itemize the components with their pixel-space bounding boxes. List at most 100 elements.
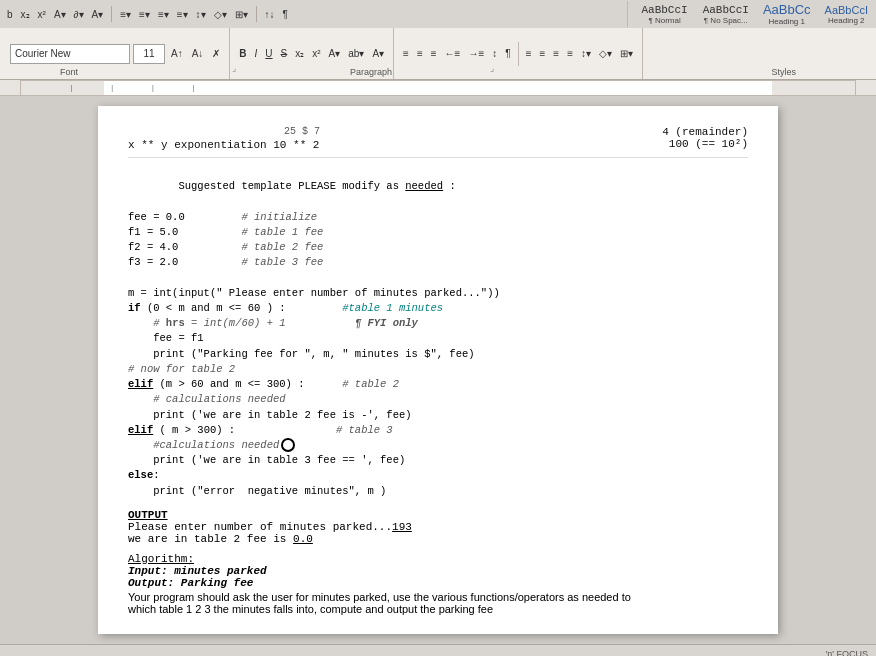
font-name-input[interactable] [10, 44, 130, 64]
style-h1-text: AaBbCc [763, 2, 811, 17]
code-line-elif1: elif (m > 60 and m <= 300) : # table 2 [128, 377, 748, 392]
sort-icon[interactable]: ↕▾ [193, 6, 209, 23]
style-nospace-preview[interactable]: AaBbCcI ¶ No Spac... [699, 3, 753, 26]
align-left-btn[interactable]: ≡ [523, 45, 535, 62]
code-line-print2: print ('we are in table 2 fee is -', fee… [128, 408, 748, 423]
style-h1-preview[interactable]: AaBbCc Heading 1 [759, 1, 815, 27]
code-line-m: m = int(input(" Please enter number of m… [128, 286, 748, 301]
shading-btn[interactable]: ◇▾ [596, 45, 615, 62]
ruler: | | | | [0, 80, 876, 96]
code-line-fee: fee = f1 [128, 331, 748, 346]
font-icon[interactable]: A▾ [89, 6, 107, 23]
code-line-print1: print ("Parking fee for ", m, " minutes … [128, 347, 748, 362]
output-label: OUTPUT [128, 509, 748, 521]
style-normal-label: ¶ Normal [648, 16, 680, 25]
math-examples: 25 $ 7 x ** y exponentiation 10 ** 2 [128, 126, 320, 151]
align-justify-btn[interactable]: ≡ [564, 45, 576, 62]
style-h2-preview[interactable]: AaBbCcI Heading 2 [821, 3, 872, 26]
code-line-print3: print ('we are in table 3 fee == ', fee) [128, 453, 748, 468]
font-section-label: Font [60, 67, 78, 77]
code-line-hrs: # hrs = int(m/60) + 1 ¶ FYI only [128, 316, 748, 331]
focus-label: 'n' FOCUS [826, 649, 868, 657]
style-h2-label: Heading 2 [828, 16, 864, 25]
align-center-btn[interactable]: ≡ [537, 45, 549, 62]
decrease-font-icon[interactable]: A↓ [189, 45, 207, 62]
math-right: 4 (remainder) 100 (== 10²) [662, 126, 748, 150]
sort-asc-icon[interactable]: ↑↓ [262, 6, 278, 23]
borders-btn[interactable]: ⊞▾ [617, 45, 636, 62]
line-spacing-btn[interactable]: ↕▾ [578, 45, 594, 62]
bullets-btn[interactable]: ≡ [400, 45, 412, 62]
numbering-btn[interactable]: ≡ [414, 45, 426, 62]
underline-button[interactable]: U [262, 45, 275, 62]
algorithm-desc1: Your program should ask the user for min… [128, 591, 748, 603]
code-block: Suggested template PLEASE modify as need… [128, 164, 748, 499]
output-section: OUTPUT Please enter number of minutes pa… [128, 509, 748, 545]
outdent-icon[interactable]: ≡▾ [174, 6, 191, 23]
pilcrow-icon[interactable]: ¶ [280, 6, 291, 23]
ruler-numbers: 25 $ 7 [128, 126, 320, 137]
increase-indent-btn[interactable]: →≡ [465, 45, 487, 62]
ribbon-row1: b x₂ x² A▾ ∂▾ A▾ ≡▾ ≡▾ ≡▾ ≡▾ ↕▾ ◇▾ ⊞▾ ↑↓… [0, 0, 876, 28]
code-comment-table2: # now for table 2 [128, 362, 748, 377]
clear-format-icon[interactable]: ✗ [209, 45, 223, 62]
math-line: x ** y exponentiation 10 ** 2 [128, 139, 320, 151]
template-heading: Suggested template PLEASE modify as need… [128, 164, 748, 210]
font-color-icon[interactable]: A▾ [51, 6, 69, 23]
algorithm-desc2: which table 1 2 3 the minutes falls into… [128, 603, 748, 615]
shading-icon[interactable]: ◇▾ [211, 6, 230, 23]
code-line-blank1 [128, 271, 748, 286]
output-fee-label: Output: Parking fee [128, 577, 748, 589]
list-icon[interactable]: ≡▾ [117, 6, 134, 23]
code-line-2: f1 = 5.0 # table 1 fee [128, 225, 748, 240]
decrease-indent-btn[interactable]: ←≡ [442, 45, 464, 62]
heading-text: Suggested template PLEASE modify as need… [178, 180, 455, 192]
italic-button[interactable]: I [252, 45, 261, 62]
ruler-marks: | | | | [20, 80, 856, 96]
sort-btn[interactable]: ↕ [489, 45, 500, 62]
subscript-icon[interactable]: x₂ [18, 6, 33, 23]
paragraph-group: ≡ ≡ ≡ ←≡ →≡ ↕ ¶ ≡ ≡ ≡ ≡ ↕▾ ◇▾ ⊞▾ [394, 28, 643, 79]
code-line-print4: print ("error negative minutes", m ) [128, 484, 748, 499]
code-line-else: else: [128, 468, 748, 483]
bold-icon[interactable]: b [4, 6, 16, 23]
styles-section-label: Styles [771, 67, 796, 77]
style-nospace-text: AaBbCcI [703, 4, 749, 16]
style-nospace-label: ¶ No Spac... [704, 16, 748, 25]
paragraph-section-label: Paragraph [350, 67, 392, 77]
code-line-elif2: elif ( m > 300) : # table 3 [128, 423, 748, 438]
code-line-1: fee = 0.0 # initialize [128, 210, 748, 225]
output-line1: Please enter number of minutes parked...… [128, 521, 748, 533]
input-label: Input: minutes parked [128, 565, 748, 577]
superscript-btn[interactable]: x² [309, 45, 323, 62]
superscript-icon[interactable]: x² [35, 6, 49, 23]
subscript-btn[interactable]: x₂ [292, 45, 307, 62]
algorithm-section: Algorithm: Input: minutes parked Output:… [128, 553, 748, 615]
output-line2: we are in table 2 fee is 0.0 [128, 533, 748, 545]
fontcolor-btn[interactable]: A▾ [369, 45, 387, 62]
increase-font-icon[interactable]: A↑ [168, 45, 186, 62]
strikethrough-button[interactable]: S [278, 45, 291, 62]
page[interactable]: 25 $ 7 x ** y exponentiation 10 ** 2 4 (… [98, 106, 778, 634]
highlight-icon[interactable]: ∂▾ [71, 6, 87, 23]
code-line-3: f2 = 4.0 # table 2 fee [128, 240, 748, 255]
style-normal-preview[interactable]: AaBbCcI ¶ Normal [636, 2, 692, 27]
numberedlist-icon[interactable]: ≡▾ [136, 6, 153, 23]
font-group: A↑ A↓ ✗ [4, 28, 230, 79]
para-marks-btn[interactable]: ¶ [502, 45, 513, 62]
para-dialog-launcher[interactable]: ⌟ [490, 63, 494, 73]
text-effects-btn[interactable]: A▾ [326, 45, 344, 62]
highlight-btn[interactable]: ab▾ [345, 45, 367, 62]
code-line-calc2: #calculations needed [128, 438, 748, 453]
multilevel-btn[interactable]: ≡ [428, 45, 440, 62]
doc-area: 25 $ 7 x ** y exponentiation 10 ** 2 4 (… [0, 96, 876, 644]
font-size-input[interactable] [133, 44, 165, 64]
border-icon[interactable]: ⊞▾ [232, 6, 251, 23]
indent-icon[interactable]: ≡▾ [155, 6, 172, 23]
page-top: 25 $ 7 x ** y exponentiation 10 ** 2 4 (… [128, 126, 748, 151]
align-right-btn[interactable]: ≡ [550, 45, 562, 62]
bold-button[interactable]: B [236, 45, 249, 62]
style-h2-text: AaBbCcI [825, 4, 868, 16]
font-dialog-launcher[interactable]: ⌟ [232, 63, 236, 73]
remainder-example: 100 (== 10²) [662, 138, 748, 150]
